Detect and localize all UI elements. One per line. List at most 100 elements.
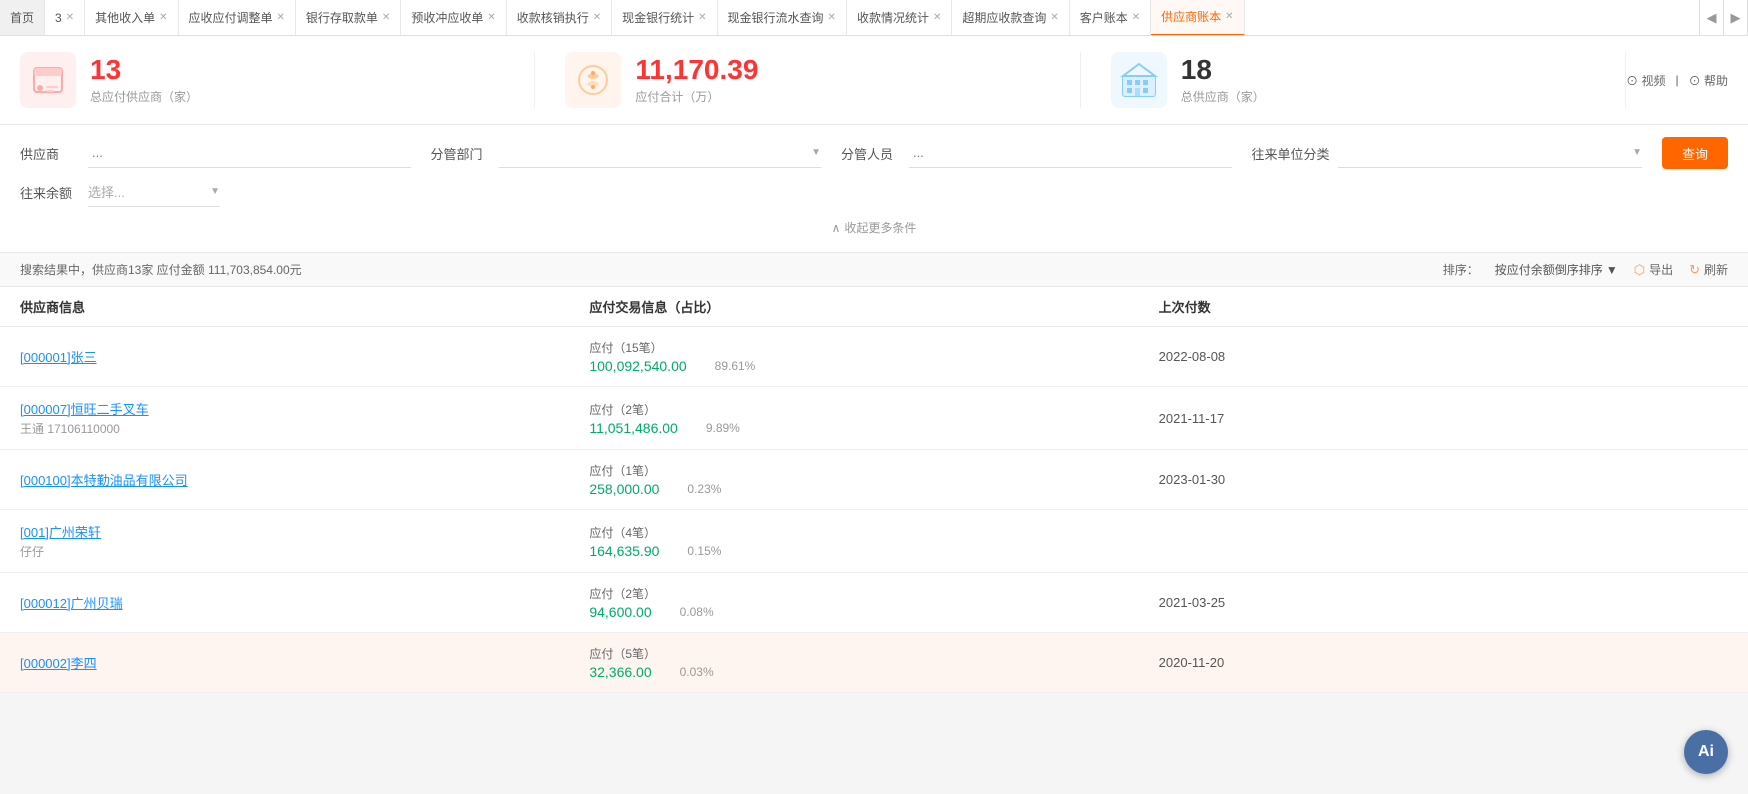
payable-suppliers-label: 总应付供应商（家）	[90, 88, 198, 105]
nav-tab-other-income-label: 其他收入单	[95, 9, 155, 26]
close-icon[interactable]: ✕	[382, 12, 390, 23]
circle-play-icon: ⊙	[1626, 74, 1638, 88]
nav-tab-bank-deposit[interactable]: 银行存取款单 ✕	[296, 0, 401, 36]
close-icon[interactable]: ✕	[487, 12, 495, 23]
nav-tab-collection[interactable]: 收款核销执行 ✕	[507, 0, 612, 36]
supplier-link[interactable]: [000001]张三	[20, 347, 589, 366]
help-icon: ⊙	[1689, 74, 1701, 88]
nav-tab-3-label: 3	[55, 11, 62, 25]
unit-category-select[interactable]: ▼	[1338, 138, 1642, 168]
summary-card-total-suppliers: 18 总供应商（家）	[1081, 52, 1626, 108]
export-button[interactable]: ⬡ 导出	[1634, 261, 1673, 278]
unit-category-filter: 往来单位分类 ▼	[1252, 138, 1643, 168]
sort-value: 按应付余额倒序排序	[1495, 261, 1603, 278]
supplier-link[interactable]: [000100]本特勤油品有限公司	[20, 470, 589, 489]
table-row: [000001]张三 应付（15笔） 100,092,540.00 89.61%…	[0, 327, 1748, 387]
close-icon[interactable]: ✕	[159, 12, 167, 23]
trans-label: 应付（2笔）	[589, 401, 1158, 418]
payable-suppliers-number: 13	[90, 55, 198, 86]
nav-tab-other-income[interactable]: 其他收入单 ✕	[85, 0, 178, 36]
trans-amount[interactable]: 164,635.90	[589, 543, 659, 559]
trans-label: 应付（15笔）	[589, 339, 1158, 356]
trans-row: 32,366.00 0.03%	[589, 664, 1158, 680]
close-icon[interactable]: ✕	[593, 12, 601, 23]
table-header: 供应商信息 应付交易信息（占比） 上次付数	[0, 287, 1748, 327]
nav-tab-overdue-query-label: 超期应收款查询	[962, 9, 1046, 26]
transaction-cell: 应付（1笔） 258,000.00 0.23%	[589, 462, 1158, 497]
nav-tab-prepay-label: 预收冲应收单	[411, 9, 483, 26]
trans-label: 应付（2笔）	[589, 585, 1158, 602]
unit-category-label: 往来单位分类	[1252, 144, 1330, 163]
col-header-supplier: 供应商信息	[20, 297, 589, 316]
close-icon[interactable]: ✕	[1050, 12, 1058, 23]
export-label: 导出	[1649, 261, 1673, 278]
filter-row-2: 往来余额 选择... ▼	[20, 177, 1728, 207]
chevron-down-icon: ▼	[210, 186, 220, 197]
trans-amount[interactable]: 11,051,486.00	[589, 420, 678, 436]
supplier-sub-info: 王通 17106110000	[20, 420, 589, 437]
close-icon[interactable]: ✕	[66, 12, 74, 23]
nav-tab-home-label: 首页	[10, 9, 34, 26]
nav-tab-cash-bank-stats[interactable]: 现金银行统计 ✕	[612, 0, 717, 36]
sort-select[interactable]: 按应付余额倒序排序 ▼	[1495, 261, 1618, 278]
table-row: [000007]恒旺二手叉车 王通 17106110000 应付（2笔） 11,…	[0, 387, 1748, 450]
table-row: [000100]本特勤油品有限公司 应付（1笔） 258,000.00 0.23…	[0, 450, 1748, 510]
transaction-cell: 应付（15笔） 100,092,540.00 89.61%	[589, 339, 1158, 374]
supplier-sub-info: 仔仔	[20, 543, 589, 560]
trans-pct: 9.89%	[706, 421, 740, 435]
nav-tab-customer-ledger[interactable]: 客户账本 ✕	[1070, 0, 1151, 36]
dept-filter: 分管部门 ▼	[431, 138, 822, 168]
nav-tab-supplier-ledger[interactable]: 供应商账本 ✕	[1151, 0, 1244, 36]
close-icon[interactable]: ✕	[1132, 12, 1140, 23]
total-suppliers-icon	[1111, 52, 1167, 108]
supplier-cell: [000012]广州贝瑞	[20, 593, 589, 612]
query-button[interactable]: 查询	[1662, 137, 1728, 169]
refresh-button[interactable]: ↻ 刷新	[1689, 261, 1728, 278]
nav-tab-prepay[interactable]: 预收冲应收单 ✕	[401, 0, 506, 36]
ai-badge[interactable]: Ai	[1684, 730, 1728, 774]
nav-tab-3[interactable]: 3 ✕	[45, 0, 85, 36]
dept-select[interactable]: ▼	[499, 138, 822, 168]
refresh-icon: ↻	[1689, 262, 1700, 278]
trans-amount[interactable]: 94,600.00	[589, 604, 651, 620]
close-icon[interactable]: ✕	[698, 12, 706, 23]
balance-select[interactable]: 选择... ▼	[88, 177, 220, 207]
chevron-down-icon: ▼	[1632, 147, 1642, 158]
trans-row: 258,000.00 0.23%	[589, 481, 1158, 497]
lastpay-cell: 2020-11-20	[1159, 655, 1728, 670]
supplier-link[interactable]: [000007]恒旺二手叉车	[20, 399, 589, 418]
help-link[interactable]: ⊙ 帮助	[1689, 72, 1728, 89]
balance-filter-label: 往来余额	[20, 183, 80, 202]
nav-tab-overdue-query[interactable]: 超期应收款查询 ✕	[952, 0, 1069, 36]
supplier-link[interactable]: [000012]广州贝瑞	[20, 593, 589, 612]
nav-tab-home[interactable]: 首页	[0, 0, 45, 36]
collapse-more-button[interactable]: ∧ 收起更多条件	[20, 215, 1728, 240]
nav-prev-button[interactable]: ◀	[1700, 0, 1724, 36]
summary-card-payable-suppliers: 13 总应付供应商（家）	[20, 52, 535, 108]
trans-amount[interactable]: 32,366.00	[589, 664, 651, 680]
person-input[interactable]	[909, 138, 1232, 168]
supplier-link[interactable]: [000002]李四	[20, 653, 589, 672]
right-actions: 排序： 按应付余额倒序排序 ▼ ⬡ 导出 ↻ 刷新	[1443, 261, 1728, 278]
supplier-input[interactable]	[88, 138, 411, 168]
close-icon[interactable]: ✕	[828, 12, 836, 23]
close-icon[interactable]: ✕	[1225, 11, 1233, 22]
lastpay-cell: 2021-11-17	[1159, 411, 1728, 426]
nav-tab-receipt-stats[interactable]: 收款情况统计 ✕	[847, 0, 952, 36]
nav-next-button[interactable]: ▶	[1724, 0, 1748, 36]
nav-tab-receipt-stats-label: 收款情况统计	[857, 9, 929, 26]
trans-amount[interactable]: 258,000.00	[589, 481, 659, 497]
nav-tab-cash-flow-query-label: 现金银行流水查询	[728, 9, 824, 26]
total-suppliers-info: 18 总供应商（家）	[1181, 55, 1265, 105]
trans-amount[interactable]: 100,092,540.00	[589, 358, 686, 374]
nav-tab-cash-flow-query[interactable]: 现金银行流水查询 ✕	[718, 0, 847, 36]
trans-pct: 89.61%	[715, 359, 756, 373]
result-bar: 搜索结果中，供应商13家 应付金额 111,703,854.00元 排序： 按应…	[0, 253, 1748, 287]
supplier-link[interactable]: [001]广州荣轩	[20, 522, 589, 541]
table-row: [001]广州荣轩 仔仔 应付（4笔） 164,635.90 0.15%	[0, 510, 1748, 573]
close-icon[interactable]: ✕	[277, 12, 285, 23]
balance-filter: 往来余额 选择... ▼	[20, 177, 220, 207]
nav-tab-adjustment[interactable]: 应收应付调整单 ✕	[179, 0, 296, 36]
close-icon[interactable]: ✕	[933, 12, 941, 23]
video-link[interactable]: ⊙ 视频	[1626, 72, 1665, 89]
